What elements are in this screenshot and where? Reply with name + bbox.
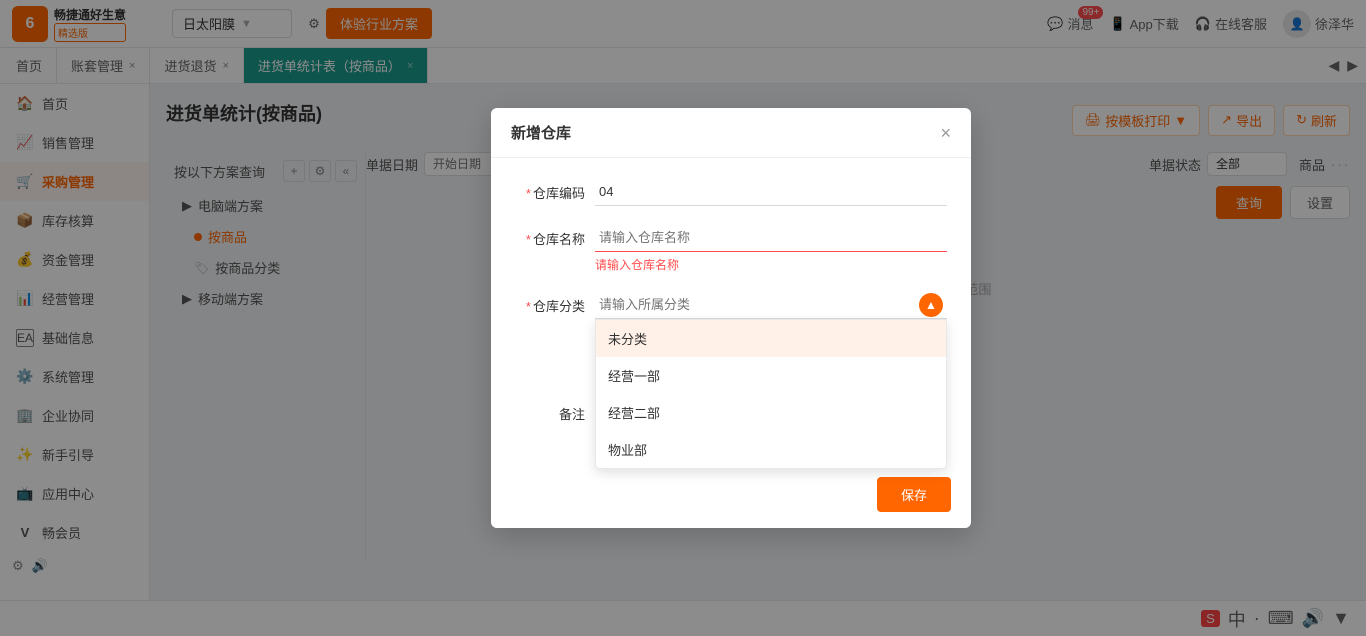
form-row-name: *仓库名称 请输入仓库名称 [515, 224, 947, 273]
modal-footer: 保存 [491, 465, 971, 528]
name-error-msg: 请输入仓库名称 [595, 258, 679, 272]
name-error-area: 请输入仓库名称 [595, 256, 679, 273]
dropdown-item-dept2[interactable]: 经营二部 [596, 394, 946, 431]
category-input[interactable] [595, 291, 947, 319]
save-button[interactable]: 保存 [877, 477, 951, 512]
form-row-code: *仓库编码 [515, 178, 947, 206]
category-dropdown-list: 未分类 经营一部 经营二部 物业部 [595, 319, 947, 469]
modal-body: *仓库编码 *仓库名称 请输入仓库名称 *仓库分类 [491, 158, 971, 465]
add-warehouse-modal: 新增仓库 × *仓库编码 *仓库名称 请输入仓库名称 [491, 108, 971, 528]
dropdown-item-dept3[interactable]: 物业部 [596, 431, 946, 468]
note-label: 备注 [515, 404, 585, 423]
modal-header: 新增仓库 × [491, 108, 971, 158]
form-row-category: *仓库分类 ▲ 未分类 经营一部 经营二部 物业部 [515, 291, 947, 319]
code-label: *仓库编码 [515, 183, 585, 202]
name-input[interactable] [595, 224, 947, 252]
name-label: *仓库名称 [515, 229, 585, 248]
name-input-wrapper [595, 224, 947, 252]
code-input[interactable] [595, 178, 947, 206]
dropdown-item-unclassified[interactable]: 未分类 [596, 320, 946, 357]
category-label: *仓库分类 [515, 296, 585, 315]
dropdown-arrow-icon[interactable]: ▲ [919, 293, 943, 317]
category-dropdown-wrapper: ▲ 未分类 经营一部 经营二部 物业部 [595, 291, 947, 319]
modal-close-button[interactable]: × [940, 124, 951, 142]
dropdown-item-dept1[interactable]: 经营一部 [596, 357, 946, 394]
modal-title: 新增仓库 [511, 122, 571, 143]
